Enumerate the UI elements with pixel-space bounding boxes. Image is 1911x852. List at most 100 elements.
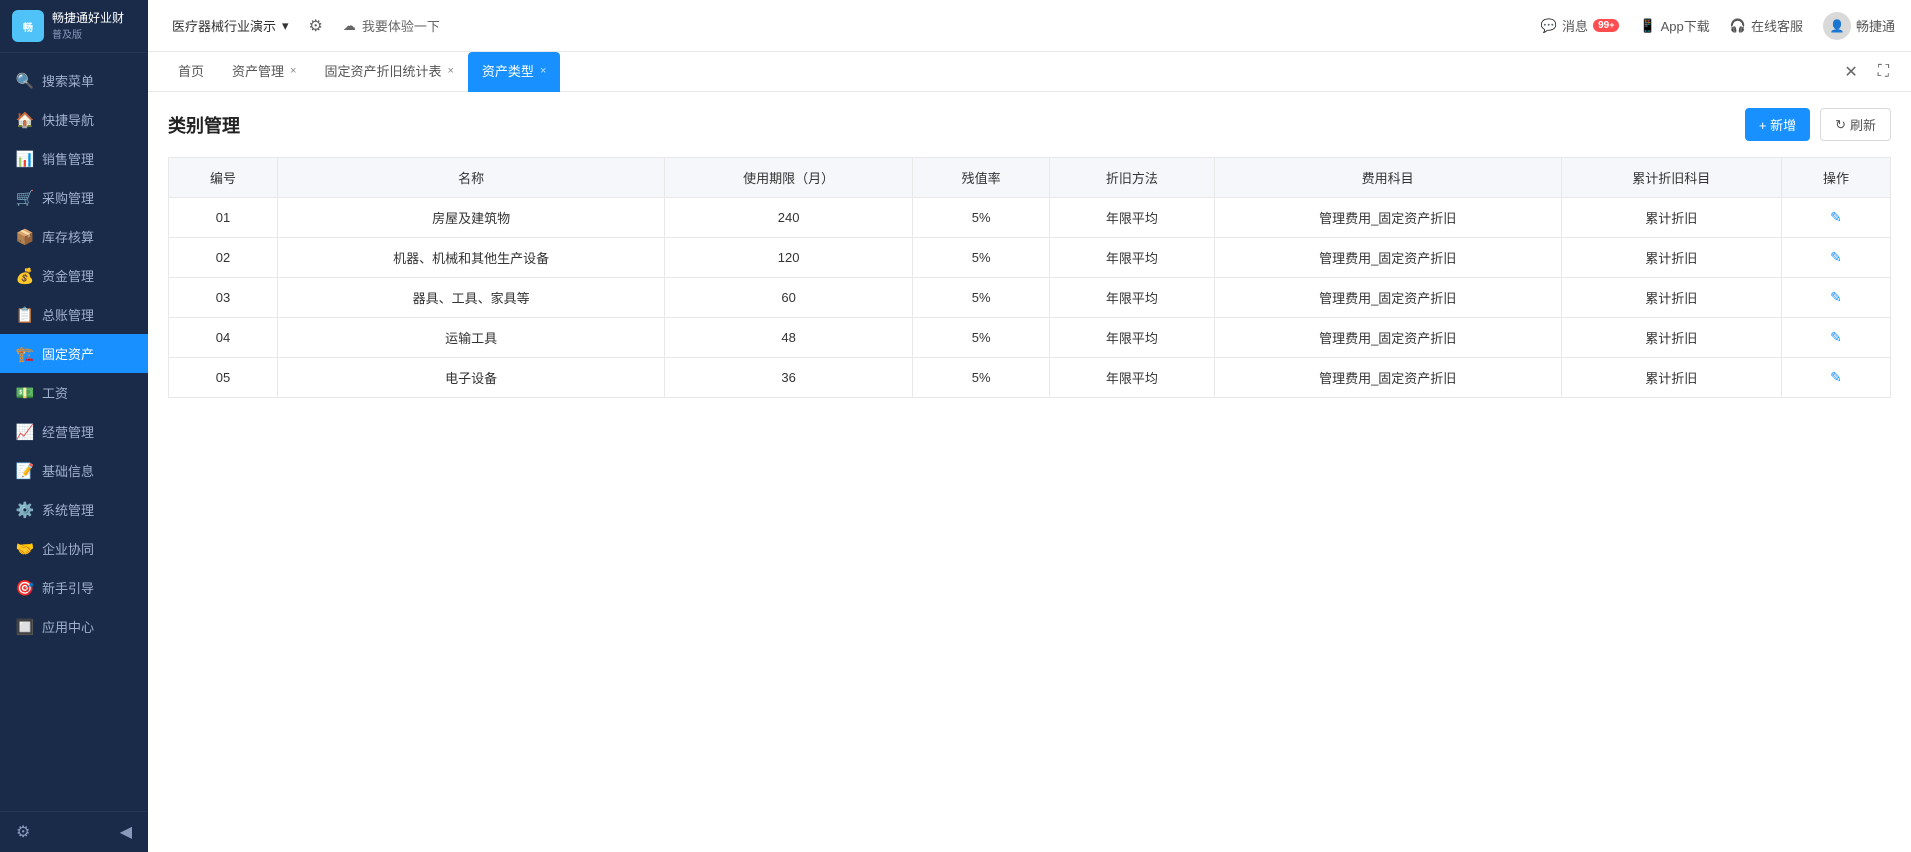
sidebar-item-enterprise[interactable]: 🤝 企业协同 [0,529,148,568]
td-link-6[interactable]: 累计折旧 [1561,318,1781,358]
app-download-label: App下载 [1661,16,1710,35]
td-link-5[interactable]: 管理费用_固定资产折旧 [1214,238,1561,278]
edit-button[interactable]: ✎ [1781,198,1890,238]
td-link-6[interactable]: 累计折旧 [1561,198,1781,238]
td-2: 48 [665,318,913,358]
edit-icon[interactable]: ✎ [1830,369,1842,385]
settings-gear-icon[interactable]: ⚙ [305,12,327,40]
td-2: 36 [665,358,913,398]
tab-asset-type[interactable]: 资产类型× [468,52,560,92]
nav-icon-operations: 📈 [16,423,34,441]
edit-icon[interactable]: ✎ [1830,329,1842,345]
td-link-1[interactable]: 运输工具 [278,318,665,358]
tab-label-home: 首页 [178,61,204,80]
td-link-6[interactable]: 累计折旧 [1561,238,1781,278]
edit-button[interactable]: ✎ [1781,278,1890,318]
td-3: 5% [913,238,1050,278]
notification-button[interactable]: 💬 消息 99+ [1541,16,1620,35]
sidebar-nav: 🔍 搜索菜单 🏠 快捷导航 📊 销售管理 🛒 采购管理 📦 库存核算 💰 资金管… [0,53,148,811]
notification-badge: 99+ [1593,19,1619,32]
nav-icon-guide: 🎯 [16,579,34,597]
th-名称: 名称 [278,158,665,198]
th-折旧方法: 折旧方法 [1050,158,1215,198]
td-link-1[interactable]: 电子设备 [278,358,665,398]
td-link-6[interactable]: 累计折旧 [1561,358,1781,398]
expand-tab-button[interactable]: ⛶ [1872,61,1895,83]
sidebar-item-purchase[interactable]: 🛒 采购管理 [0,178,148,217]
sidebar-item-ledger[interactable]: 📋 总账管理 [0,295,148,334]
tab-close-asset-type[interactable]: × [540,65,546,77]
user-menu[interactable]: 👤 畅捷通 [1823,12,1895,40]
sidebar-item-sales[interactable]: 📊 销售管理 [0,139,148,178]
sidebar-item-payroll[interactable]: 💵 工资 [0,373,148,412]
table-head: 编号名称使用期限（月）残值率折旧方法费用科目累计折旧科目操作 [169,158,1891,198]
nav-label-operations: 经营管理 [42,422,94,441]
td-4: 年限平均 [1050,278,1215,318]
td-link-1[interactable]: 机器、机械和其他生产设备 [278,238,665,278]
td-0: 05 [169,358,278,398]
td-link-5[interactable]: 管理费用_固定资产折旧 [1214,198,1561,238]
th-编号: 编号 [169,158,278,198]
experience-label: 我要体验一下 [362,16,440,35]
sidebar-item-fixed-assets[interactable]: 🏗️ 固定资产 [0,334,148,373]
th-费用科目: 费用科目 [1214,158,1561,198]
nav-label-sales: 销售管理 [42,149,94,168]
sidebar-header: 畅 畅捷通好业财 普及版 [0,0,148,53]
td-link-1[interactable]: 器具、工具、家具等 [278,278,665,318]
th-使用期限（月）: 使用期限（月） [665,158,913,198]
edit-button[interactable]: ✎ [1781,238,1890,278]
cloud-icon: ☁ [343,18,356,34]
sidebar-item-operations[interactable]: 📈 经营管理 [0,412,148,451]
sidebar-item-guide[interactable]: 🎯 新手引导 [0,568,148,607]
online-support-button[interactable]: 🎧 在线客服 [1730,16,1803,35]
page-header: 类别管理 + 新增 ↻ 刷新 [168,108,1891,141]
td-4: 年限平均 [1050,238,1215,278]
collapse-icon[interactable]: ◀ [120,822,132,842]
app-logo: 畅 [12,10,44,42]
tab-close-asset-mgmt[interactable]: × [290,65,296,77]
edit-button[interactable]: ✎ [1781,318,1890,358]
td-link-6[interactable]: 累计折旧 [1561,278,1781,318]
refresh-label: 刷新 [1850,115,1876,134]
refresh-icon: ↻ [1835,117,1846,133]
sidebar-item-quick-nav[interactable]: 🏠 快捷导航 [0,100,148,139]
support-icon: 🎧 [1730,18,1746,34]
nav-label-system: 系统管理 [42,500,94,519]
nav-icon-quick-nav: 🏠 [16,111,34,129]
app-version: 普及版 [52,26,124,41]
table-row: 01房屋及建筑物2405%年限平均管理费用_固定资产折旧累计折旧✎ [169,198,1891,238]
app-download-button[interactable]: 📱 App下载 [1639,16,1709,35]
td-link-1[interactable]: 房屋及建筑物 [278,198,665,238]
experience-button[interactable]: ☁ 我要体验一下 [335,12,448,39]
settings-icon[interactable]: ⚙ [16,822,30,842]
tab-home[interactable]: 首页 [164,52,218,92]
close-tab-button[interactable]: ✕ [1838,60,1863,84]
nav-label-basic-info: 基础信息 [42,461,94,480]
edit-icon[interactable]: ✎ [1830,209,1842,225]
add-button[interactable]: + 新增 [1745,108,1810,141]
td-link-5[interactable]: 管理费用_固定资产折旧 [1214,358,1561,398]
sidebar-item-system[interactable]: ⚙️ 系统管理 [0,490,148,529]
edit-icon[interactable]: ✎ [1830,289,1842,305]
sidebar-item-search[interactable]: 🔍 搜索菜单 [0,61,148,100]
sidebar-item-inventory[interactable]: 📦 库存核算 [0,217,148,256]
sidebar-item-capital[interactable]: 💰 资金管理 [0,256,148,295]
tab-depreciation-stats[interactable]: 固定资产折旧统计表× [310,52,467,92]
workspace-selector[interactable]: 医疗器械行业演示 ▾ [164,12,297,39]
edit-icon[interactable]: ✎ [1830,249,1842,265]
page-actions: + 新增 ↻ 刷新 [1745,108,1891,141]
refresh-button[interactable]: ↻ 刷新 [1820,108,1891,141]
edit-button[interactable]: ✎ [1781,358,1890,398]
nav-icon-basic-info: 📝 [16,462,34,480]
page-title: 类别管理 [168,112,240,138]
td-link-5[interactable]: 管理费用_固定资产折旧 [1214,318,1561,358]
tab-asset-mgmt[interactable]: 资产管理 × [218,52,310,92]
sidebar-item-basic-info[interactable]: 📝 基础信息 [0,451,148,490]
sidebar-item-app-center[interactable]: 🔲 应用中心 [0,607,148,646]
tab-label-asset-mgmt: 资产管理 [232,61,284,80]
nav-icon-app-center: 🔲 [16,618,34,636]
td-link-5[interactable]: 管理费用_固定资产折旧 [1214,278,1561,318]
main-content: 医疗器械行业演示 ▾ ⚙ ☁ 我要体验一下 💬 消息 99+ 📱 App下载 [148,0,1911,852]
nav-label-inventory: 库存核算 [42,227,94,246]
tab-close-depreciation-stats[interactable]: × [447,65,453,77]
